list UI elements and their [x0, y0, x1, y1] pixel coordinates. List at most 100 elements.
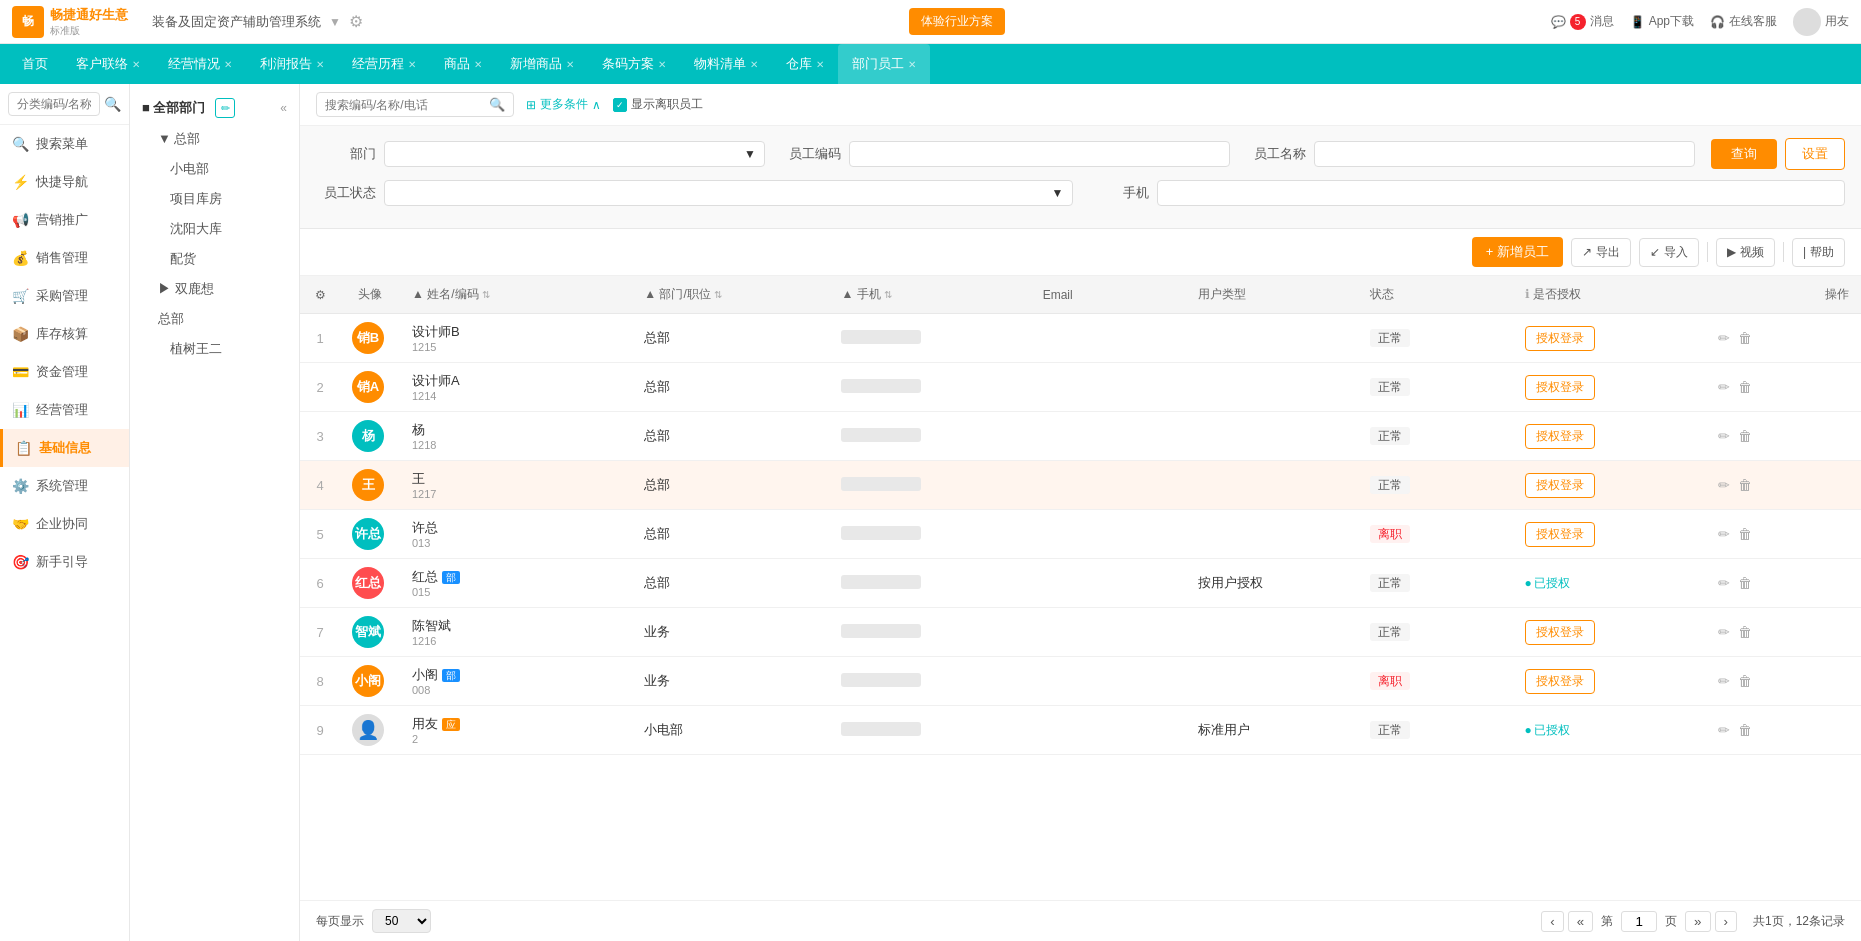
tab-process[interactable]: 经营历程 ✕ [338, 44, 430, 84]
status-filter-select[interactable]: ▼ [384, 180, 1073, 206]
delete-icon[interactable]: 🗑 [1738, 575, 1752, 591]
page-size-select[interactable]: 50 100 [372, 909, 431, 933]
tab-dept-staff[interactable]: 部门员工 ✕ [838, 44, 930, 84]
add-employee-button[interactable]: + 新增员工 [1472, 237, 1563, 267]
phone-input[interactable] [1157, 180, 1846, 206]
dept-item-peihuo[interactable]: 配货 [130, 244, 299, 274]
auth-login-btn[interactable]: 授权登录 [1525, 669, 1595, 694]
ops-cell: ✏ 🗑 [1706, 412, 1861, 461]
setting-button[interactable]: 设置 [1785, 138, 1845, 170]
auth-login-btn[interactable]: 授权登录 [1525, 473, 1595, 498]
sidebar-item-finance[interactable]: 💳 资金管理 [0, 353, 129, 391]
edit-icon[interactable]: ✏ [1718, 722, 1730, 738]
search-input[interactable] [325, 98, 485, 112]
edit-icon[interactable]: ✏ [1718, 624, 1730, 640]
dept-item-zongbu[interactable]: ▼ 总部 [130, 124, 299, 154]
dept-item-zhishu[interactable]: 植树王二 [130, 334, 299, 364]
export-button[interactable]: ↗ 导出 [1571, 238, 1631, 267]
sidebar-item-search[interactable]: 🔍 搜索菜单 [0, 125, 129, 163]
tab-operation[interactable]: 经营情况 ✕ [154, 44, 246, 84]
tab-goods[interactable]: 商品 ✕ [430, 44, 496, 84]
col-header-name[interactable]: ▲ 姓名/编码 ⇅ [400, 276, 632, 314]
dept-item-shuangluxiang[interactable]: ▶ 双鹿想 [130, 274, 299, 304]
auth-cell: 授权登录 [1513, 314, 1707, 363]
delete-icon[interactable]: 🗑 [1738, 624, 1752, 640]
sidebar-item-guide[interactable]: 🎯 新手引导 [0, 543, 129, 581]
import-button[interactable]: ↙ 导入 [1639, 238, 1699, 267]
table-row: 3 杨 杨 1218 总部 正常 授权登录 ✏ 🗑 [300, 412, 1861, 461]
edit-icon[interactable]: ✏ [1718, 673, 1730, 689]
sidebar-item-sales[interactable]: 💰 销售管理 [0, 239, 129, 277]
experience-button[interactable]: 体验行业方案 [909, 8, 1005, 35]
next-page-btn[interactable]: › [1715, 911, 1737, 932]
delete-icon[interactable]: 🗑 [1738, 722, 1752, 738]
auth-login-btn[interactable]: 授权登录 [1525, 375, 1595, 400]
last-page-btn[interactable]: » [1685, 911, 1710, 932]
more-conditions-btn[interactable]: ⊞ 更多条件 ∧ [526, 96, 601, 113]
first-page-btn[interactable]: « [1568, 911, 1593, 932]
delete-icon[interactable]: 🗑 [1738, 330, 1752, 346]
auth-login-btn[interactable]: 授权登录 [1525, 522, 1595, 547]
tab-bom[interactable]: 物料清单 ✕ [680, 44, 772, 84]
col-header-phone[interactable]: ▲ 手机 ⇅ [829, 276, 1030, 314]
help-button[interactable]: | 帮助 [1792, 238, 1845, 267]
settings-icon[interactable]: ⚙ [349, 12, 363, 31]
tab-new-goods[interactable]: 新增商品 ✕ [496, 44, 588, 84]
dept-cell: 总部 [632, 510, 829, 559]
edit-icon[interactable]: ✏ [1718, 526, 1730, 542]
message-btn[interactable]: 💬 5 消息 [1551, 13, 1614, 30]
app-download-btn[interactable]: 📱 App下载 [1630, 13, 1694, 30]
dept-collapse-btn[interactable]: « [280, 101, 287, 115]
dropdown-arrow-icon[interactable]: ▼ [329, 15, 341, 29]
show-resigned-checkbox[interactable]: ✓ 显示离职员工 [613, 96, 703, 113]
avatar-cell: 许总 [340, 510, 400, 559]
tab-profit[interactable]: 利润报告 ✕ [246, 44, 338, 84]
edit-icon[interactable]: ✏ [1718, 477, 1730, 493]
edit-icon[interactable]: ✏ [1718, 330, 1730, 346]
edit-icon[interactable]: ✏ [1718, 575, 1730, 591]
sidebar-item-nav[interactable]: ⚡ 快捷导航 [0, 163, 129, 201]
user-avatar-btn[interactable]: 用友 [1793, 8, 1849, 36]
tab-home[interactable]: 首页 [8, 44, 62, 84]
empcode-input[interactable] [849, 141, 1230, 167]
resigned-cb[interactable]: ✓ [613, 98, 627, 112]
sidebar-item-purchase[interactable]: 🛒 采购管理 [0, 277, 129, 315]
auth-login-btn[interactable]: 授权登录 [1525, 620, 1595, 645]
sidebar-search-input[interactable] [8, 92, 100, 116]
auth-login-btn[interactable]: 授权登录 [1525, 326, 1595, 351]
dept-filter-select[interactable]: ▼ [384, 141, 765, 167]
sidebar-item-inventory[interactable]: 📦 库存核算 [0, 315, 129, 353]
edit-icon[interactable]: ✏ [1718, 379, 1730, 395]
sidebar-item-collab[interactable]: 🤝 企业协同 [0, 505, 129, 543]
dept-item-xiangmu[interactable]: 项目库房 [130, 184, 299, 214]
delete-icon[interactable]: 🗑 [1738, 379, 1752, 395]
auth-login-btn[interactable]: 授权登录 [1525, 424, 1595, 449]
edit-icon[interactable]: ✏ [1718, 428, 1730, 444]
prev-page-btn[interactable]: ‹ [1541, 911, 1563, 932]
video-button[interactable]: ▶ 视频 [1716, 238, 1775, 267]
dept-item-xiaodian[interactable]: 小电部 [130, 154, 299, 184]
col-header-dept[interactable]: ▲ 部门/职位 ⇅ [632, 276, 829, 314]
sidebar-item-management[interactable]: 📊 经营管理 [0, 391, 129, 429]
search-button[interactable]: 查询 [1711, 139, 1777, 169]
sidebar-item-system[interactable]: ⚙️ 系统管理 [0, 467, 129, 505]
dept-item-zongbu2[interactable]: 总部 [130, 304, 299, 334]
online-service-btn[interactable]: 🎧 在线客服 [1710, 13, 1777, 30]
dept-edit-icon[interactable]: ✏ [215, 98, 235, 118]
delete-icon[interactable]: 🗑 [1738, 428, 1752, 444]
tab-customer[interactable]: 客户联络 ✕ [62, 44, 154, 84]
search-icon[interactable]: 🔍 [489, 97, 505, 112]
sidebar-item-base[interactable]: 📋 基础信息 [0, 429, 129, 467]
dept-item-shenyang[interactable]: 沈阳大库 [130, 214, 299, 244]
delete-icon[interactable]: 🗑 [1738, 673, 1752, 689]
page-number-input[interactable] [1621, 911, 1657, 932]
sidebar-item-marketing[interactable]: 📢 营销推广 [0, 201, 129, 239]
empname-input[interactable] [1314, 141, 1695, 167]
col-header-settings[interactable]: ⚙ [300, 276, 340, 314]
delete-icon[interactable]: 🗑 [1738, 477, 1752, 493]
table-row: 9 👤 用友应 2 小电部 标准用户 正常 ●已授权 ✏ 🗑 [300, 706, 1861, 755]
row-num: 7 [300, 608, 340, 657]
tab-barcode[interactable]: 条码方案 ✕ [588, 44, 680, 84]
tab-warehouse[interactable]: 仓库 ✕ [772, 44, 838, 84]
delete-icon[interactable]: 🗑 [1738, 526, 1752, 542]
